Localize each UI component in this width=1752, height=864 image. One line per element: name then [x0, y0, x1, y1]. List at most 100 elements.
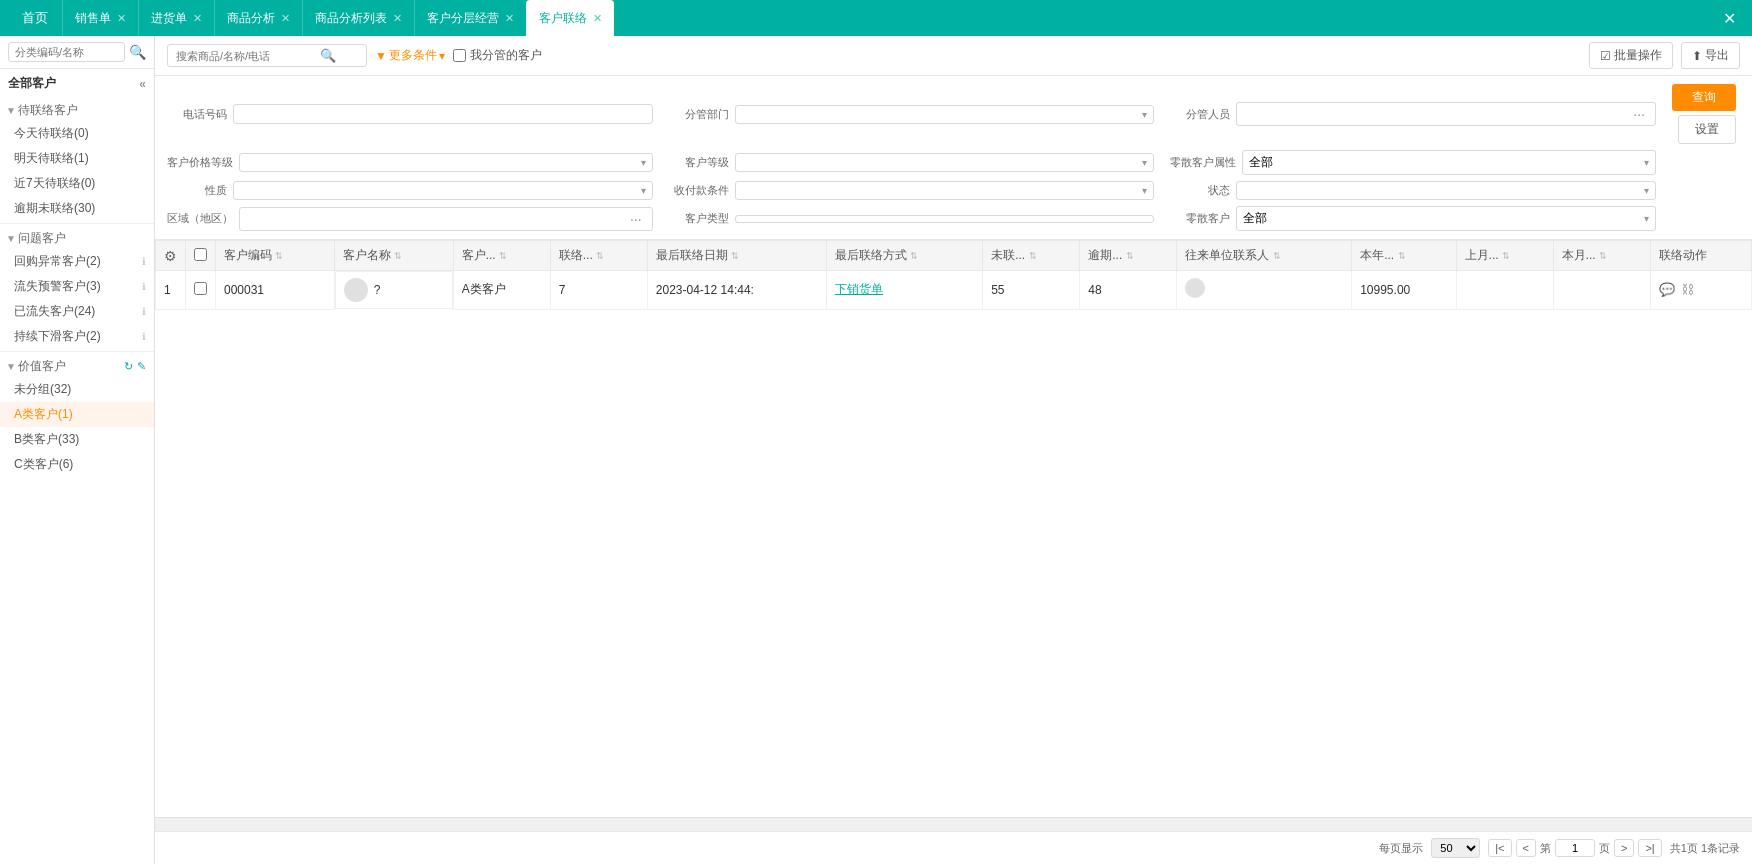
- query-button[interactable]: 查询: [1672, 84, 1736, 111]
- nav-home[interactable]: 首页: [8, 0, 62, 36]
- status-select[interactable]: ▾: [1236, 181, 1656, 200]
- prev-page-btn[interactable]: <: [1516, 839, 1536, 857]
- sort-icon-unit: ⇅: [1273, 251, 1281, 261]
- th-checkbox[interactable]: [186, 241, 216, 271]
- last-method-link[interactable]: 下销货单: [835, 282, 883, 296]
- retail-customer-filter: 零散客户 全部 ▾: [1170, 206, 1656, 231]
- th-this-month[interactable]: 本月... ⇅: [1553, 241, 1650, 271]
- sidebar-item-churn-warning[interactable]: 流失预警客户(3) ℹ: [0, 274, 154, 299]
- last-page-btn[interactable]: >|: [1638, 839, 1661, 857]
- value-group[interactable]: ▼ 价值客户 ↻ ✎: [0, 354, 154, 377]
- sidebar-item-7days[interactable]: 近7天待联络(0): [0, 171, 154, 196]
- close-tab-analysis[interactable]: ✕: [281, 12, 290, 25]
- dept-filter: 分管部门 ▾: [669, 105, 1155, 124]
- nature-select[interactable]: ▾: [233, 181, 653, 200]
- person-ellipsis[interactable]: ···: [1629, 106, 1649, 122]
- th-name[interactable]: 客户名称 ⇅: [334, 241, 453, 271]
- value-group-refresh[interactable]: ↻: [124, 360, 133, 373]
- td-last-method[interactable]: 下销货单: [826, 271, 982, 310]
- phone-filter: 电话号码: [167, 104, 653, 124]
- table-row: 1 000031 ? A类客户 7 2023-04-12 14:44:: [156, 271, 1752, 310]
- sidebar-item-churned[interactable]: 已流失客户(24) ℹ: [0, 299, 154, 324]
- th-last-method[interactable]: 最后联络方式 ⇅: [826, 241, 982, 271]
- retail-attr-select[interactable]: 全部 ▾: [1242, 150, 1656, 175]
- th-overdue[interactable]: 逾期... ⇅: [1080, 241, 1177, 271]
- nav-tab-analysis[interactable]: 商品分析 ✕: [214, 0, 302, 36]
- value-group-edit[interactable]: ✎: [137, 360, 146, 373]
- nav-tab-customer-segment[interactable]: 客户分层经营 ✕: [414, 0, 526, 36]
- th-this-year[interactable]: 本年... ⇅: [1352, 241, 1456, 271]
- row-checkbox[interactable]: [194, 282, 207, 295]
- th-gear[interactable]: ⚙: [156, 241, 186, 271]
- close-tab-customer-contact[interactable]: ✕: [593, 12, 602, 25]
- nav-tab-analysis-list[interactable]: 商品分析列表 ✕: [302, 0, 414, 36]
- sidebar-collapse-icon[interactable]: «: [139, 77, 146, 91]
- th-action: 联络动作: [1650, 241, 1751, 271]
- sidebar-item-c-class[interactable]: C类客户(6): [0, 452, 154, 477]
- link-icon[interactable]: ⛓: [1681, 282, 1694, 297]
- area-ellipsis[interactable]: ···: [626, 211, 646, 227]
- page-input[interactable]: [1555, 839, 1595, 857]
- customer-type-select[interactable]: [735, 215, 1155, 223]
- close-tab-customer-segment[interactable]: ✕: [505, 12, 514, 25]
- sidebar-search-input[interactable]: [8, 42, 125, 62]
- price-level-select[interactable]: ▾: [239, 153, 653, 172]
- nature-chevron: ▾: [641, 185, 646, 196]
- sidebar-item-unclassified[interactable]: 未分组(32): [0, 377, 154, 402]
- message-icon[interactable]: 💬: [1659, 282, 1675, 297]
- sidebar-search-icon[interactable]: 🔍: [129, 44, 146, 60]
- nature-filter: 性质 ▾: [167, 181, 653, 200]
- close-tab-analysis-list[interactable]: ✕: [393, 12, 402, 25]
- th-unit-contact[interactable]: 往来单位联系人 ⇅: [1177, 241, 1352, 271]
- filter-search-input[interactable]: [176, 50, 316, 62]
- my-customer-filter[interactable]: 我分管的客户: [453, 47, 542, 64]
- sidebar-item-today[interactable]: 今天待联络(0): [0, 121, 154, 146]
- dept-label: 分管部门: [669, 107, 729, 122]
- th-uncontacted[interactable]: 未联... ⇅: [983, 241, 1080, 271]
- th-contact[interactable]: 联络... ⇅: [550, 241, 647, 271]
- next-page-btn[interactable]: >: [1614, 839, 1634, 857]
- sidebar-item-declining[interactable]: 持续下滑客户(2) ℹ: [0, 324, 154, 349]
- nav-tab-purchase[interactable]: 进货单 ✕: [138, 0, 214, 36]
- batch-op-button[interactable]: ☑ 批量操作: [1589, 42, 1673, 69]
- export-button[interactable]: ⬆ 导出: [1681, 42, 1740, 69]
- close-tab-purchase[interactable]: ✕: [193, 12, 202, 25]
- th-customer-type[interactable]: 客户... ⇅: [453, 241, 550, 271]
- area-select[interactable]: ···: [239, 207, 653, 231]
- td-checkbox[interactable]: [186, 271, 216, 310]
- sidebar-item-tomorrow[interactable]: 明天待联络(1): [0, 146, 154, 171]
- retail-customer-select[interactable]: 全部 ▾: [1236, 206, 1656, 231]
- select-all-checkbox[interactable]: [194, 248, 207, 261]
- horizontal-scrollbar[interactable]: [155, 817, 1752, 831]
- sidebar-item-overdue[interactable]: 逾期未联络(30): [0, 196, 154, 221]
- nav-tab-customer-contact[interactable]: 客户联络 ✕: [526, 0, 614, 36]
- sidebar-item-b-class[interactable]: B类客户(33): [0, 427, 154, 452]
- gear-icon[interactable]: ⚙: [164, 248, 177, 264]
- filter-more-btn[interactable]: ▼ 更多条件 ▾: [375, 47, 445, 64]
- person-select[interactable]: ···: [1236, 102, 1656, 126]
- sort-icon-uncontacted: ⇅: [1029, 251, 1037, 261]
- payment-select[interactable]: ▾: [735, 181, 1155, 200]
- sidebar-item-abnormal[interactable]: 回购异常客户(2) ℹ: [0, 249, 154, 274]
- customer-type-filter: 客户类型: [669, 211, 1155, 226]
- th-last-date[interactable]: 最后联络日期 ⇅: [647, 241, 826, 271]
- window-close[interactable]: ✕: [1715, 9, 1744, 28]
- phone-input[interactable]: [233, 104, 653, 124]
- pending-group[interactable]: ▼ 待联络客户: [0, 98, 154, 121]
- nav-tab-sales[interactable]: 销售单 ✕: [62, 0, 138, 36]
- sort-icon-year: ⇅: [1398, 251, 1406, 261]
- my-customer-checkbox[interactable]: [453, 49, 466, 62]
- th-code[interactable]: 客户编码 ⇅: [216, 241, 335, 271]
- all-customers-header[interactable]: 全部客户 «: [0, 69, 154, 98]
- th-last-month[interactable]: 上月... ⇅: [1456, 241, 1553, 271]
- dept-select[interactable]: ▾: [735, 105, 1155, 124]
- problem-group[interactable]: ▼ 问题客户: [0, 226, 154, 249]
- close-tab-sales[interactable]: ✕: [117, 12, 126, 25]
- per-page-select[interactable]: 50 100 200: [1431, 838, 1480, 858]
- setting-button[interactable]: 设置: [1678, 115, 1736, 144]
- sidebar-item-a-class[interactable]: A类客户(1): [0, 402, 154, 427]
- retail-attr-chevron: ▾: [1644, 157, 1649, 168]
- filter-search-icon[interactable]: 🔍: [320, 48, 336, 63]
- customer-level-select[interactable]: ▾: [735, 153, 1155, 172]
- first-page-btn[interactable]: |<: [1488, 839, 1511, 857]
